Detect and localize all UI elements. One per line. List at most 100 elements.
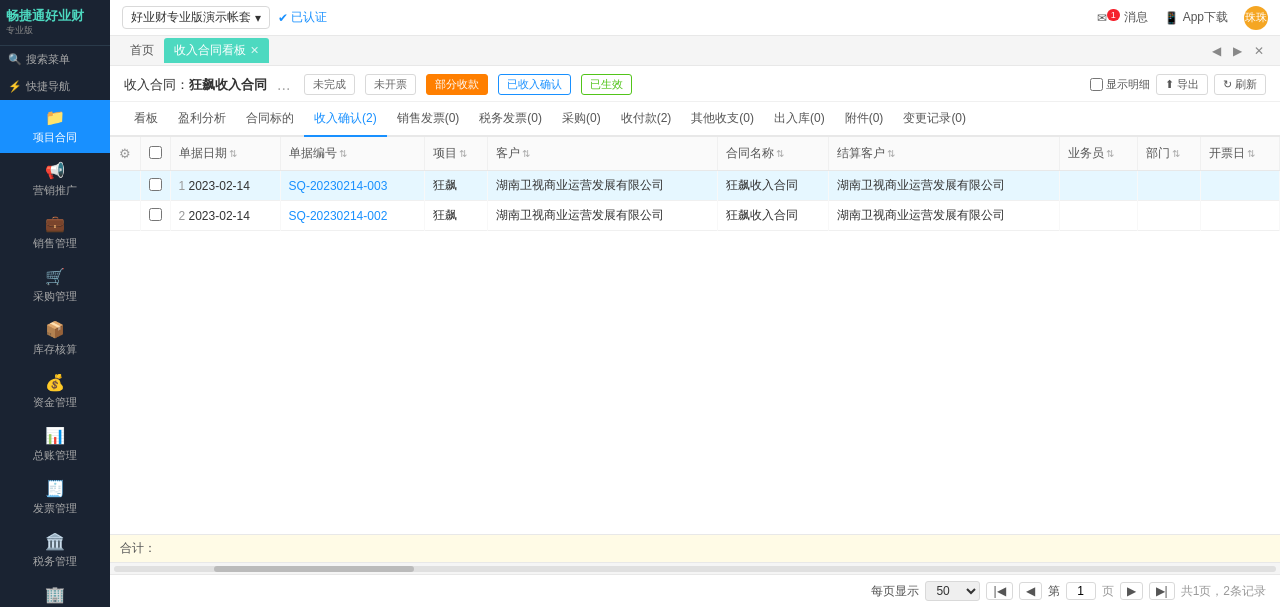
sidebar-item-发票管理[interactable]: 🧾发票管理: [0, 471, 110, 524]
tab-home[interactable]: 首页: [122, 42, 162, 59]
select-all-checkbox[interactable]: [149, 146, 162, 159]
refresh-button[interactable]: ↻ 刷新: [1214, 74, 1266, 95]
message-action[interactable]: ✉ 1 消息: [1097, 9, 1148, 26]
last-page-button[interactable]: ▶|: [1149, 582, 1175, 600]
row-project: 狂飙: [424, 171, 487, 201]
table-row[interactable]: 1 2023-02-14 SQ-20230214-003 狂飙 湖南卫视商业运营…: [110, 171, 1280, 201]
sidebar-icon: 💰: [45, 373, 65, 392]
sidebar-item-search[interactable]: 🔍 搜索菜单: [0, 46, 110, 73]
sidebar-item-采购管理[interactable]: 🛒采购管理: [0, 259, 110, 312]
row-checkbox[interactable]: [149, 178, 162, 191]
current-page-input[interactable]: [1066, 582, 1096, 600]
sidebar-item-资金管理[interactable]: 💰资金管理: [0, 365, 110, 418]
more-options-icon[interactable]: ...: [277, 76, 290, 94]
topbar-right: ✉ 1 消息 📱 App下载 珠珠: [1097, 6, 1268, 30]
prev-page-button[interactable]: ◀: [1019, 582, 1042, 600]
subtab-收付款[interactable]: 收付款(2): [611, 102, 682, 137]
sidebar-icon: 🏛️: [45, 532, 65, 551]
export-icon: ⬆: [1165, 78, 1174, 91]
subtab-盈利分析[interactable]: 盈利分析: [168, 102, 236, 137]
app-download-action[interactable]: 📱 App下载: [1164, 9, 1228, 26]
subtab-附件[interactable]: 附件(0): [835, 102, 894, 137]
main-table: ⚙ 单据日期⇅ 单据编号⇅ 项目⇅ 客户⇅ 合同名称⇅ 结算客户⇅ 业务员⇅ 部…: [110, 137, 1280, 231]
sidebar-label: 库存核算: [33, 342, 77, 357]
settings-column: ⚙: [110, 137, 140, 171]
col-project: 项目⇅: [424, 137, 487, 171]
total-label: 合计：: [120, 540, 156, 557]
certified-badge: ✔ 已认证: [278, 9, 327, 26]
first-page-button[interactable]: |◀: [986, 582, 1012, 600]
subtab-销售发票[interactable]: 销售发票(0): [387, 102, 470, 137]
user-avatar[interactable]: 珠珠: [1244, 6, 1268, 30]
scrollbar-thumb[interactable]: [214, 566, 414, 572]
sidebar-label: 项目合同: [33, 130, 77, 145]
sidebar-item-项目合同[interactable]: 📁项目合同: [0, 100, 110, 153]
row-checkbox[interactable]: [149, 208, 162, 221]
subtabs: 看板盈利分析合同标的收入确认(2)销售发票(0)税务发票(0)采购(0)收付款(…: [110, 102, 1280, 137]
tab-close-all-icon[interactable]: ✕: [1250, 42, 1268, 60]
sidebar-item-库存核算[interactable]: 📦库存核算: [0, 312, 110, 365]
total-info: 共1页，2条记录: [1181, 583, 1266, 600]
row-invoice-date: [1201, 171, 1280, 201]
record-link[interactable]: SQ-20230214-002: [289, 209, 388, 223]
status-uninvoiced[interactable]: 未开票: [365, 74, 416, 95]
show-detail-checkbox[interactable]: [1090, 78, 1103, 91]
subtab-其他收支[interactable]: 其他收支(0): [681, 102, 764, 137]
row-checkbox-cell[interactable]: [140, 201, 170, 231]
sidebar-item-quick[interactable]: ⚡ 快捷导航: [0, 73, 110, 100]
status-partial-received[interactable]: 部分收款: [426, 74, 488, 95]
sidebar-icon: 🏢: [45, 585, 65, 604]
company-name: 好业财专业版演示帐套: [131, 9, 251, 26]
page-size-select[interactable]: 50 100: [925, 581, 980, 601]
subtab-变更记录[interactable]: 变更记录(0): [893, 102, 976, 137]
export-button[interactable]: ⬆ 导出: [1156, 74, 1208, 95]
tab-active[interactable]: 收入合同看板 ✕: [164, 38, 269, 63]
status-effective[interactable]: 已生效: [581, 74, 632, 95]
row-dept: [1138, 201, 1201, 231]
table-row[interactable]: 2 2023-02-14 SQ-20230214-002 狂飙 湖南卫视商业运营…: [110, 201, 1280, 231]
row-code[interactable]: SQ-20230214-002: [280, 201, 424, 231]
row-salesman: [1059, 201, 1137, 231]
sidebar-search-label: 搜索菜单: [26, 52, 70, 67]
sidebar-item-销售管理[interactable]: 💼销售管理: [0, 206, 110, 259]
tab-close-icon[interactable]: ✕: [250, 44, 259, 57]
contract-label: 收入合同：: [124, 77, 189, 92]
row-contract: 狂飙收入合同: [718, 171, 829, 201]
show-detail-toggle[interactable]: 显示明细: [1090, 77, 1150, 92]
sidebar-item-营销推广[interactable]: 📢营销推广: [0, 153, 110, 206]
status-confirmed[interactable]: 已收入确认: [498, 74, 571, 95]
subtab-合同标的[interactable]: 合同标的: [236, 102, 304, 137]
subtab-税务发票[interactable]: 税务发票(0): [469, 102, 552, 137]
col-dept: 部门⇅: [1138, 137, 1201, 171]
subtab-收入确认[interactable]: 收入确认(2): [304, 102, 387, 137]
app-sub: 专业版: [6, 24, 84, 37]
check-icon: ✔: [278, 11, 288, 25]
sidebar-item-税务管理[interactable]: 🏛️税务管理: [0, 524, 110, 577]
row-project: 狂飙: [424, 201, 487, 231]
sidebar-label: 采购管理: [33, 289, 77, 304]
sidebar-item-总账管理[interactable]: 📊总账管理: [0, 418, 110, 471]
horizontal-scrollbar[interactable]: [110, 562, 1280, 574]
gear-icon[interactable]: ⚙: [119, 146, 131, 161]
subtab-采购[interactable]: 采购(0): [552, 102, 611, 137]
sidebar-item-固定资产[interactable]: 🏢固定资产: [0, 577, 110, 607]
next-page-button[interactable]: ▶: [1120, 582, 1143, 600]
col-salesman: 业务员⇅: [1059, 137, 1137, 171]
tab-prev-icon[interactable]: ◀: [1208, 42, 1225, 60]
status-uncompleted[interactable]: 未完成: [304, 74, 355, 95]
row-checkbox-cell[interactable]: [140, 171, 170, 201]
subtab-出入库[interactable]: 出入库(0): [764, 102, 835, 137]
row-code[interactable]: SQ-20230214-003: [280, 171, 424, 201]
col-invoice-date: 开票日⇅: [1201, 137, 1280, 171]
sidebar: 畅捷通好业财 专业版 🔍 搜索菜单 ⚡ 快捷导航 📁项目合同📢营销推广💼销售管理…: [0, 0, 110, 607]
record-link[interactable]: SQ-20230214-003: [289, 179, 388, 193]
content-wrapper: 收入合同： 狂飙收入合同 ... 未完成 未开票 部分收款 已收入确认 已生效 显…: [110, 66, 1280, 607]
tab-next-icon[interactable]: ▶: [1229, 42, 1246, 60]
row-salesman: [1059, 171, 1137, 201]
message-badge: 1: [1107, 9, 1120, 21]
row-invoice-date: [1201, 201, 1280, 231]
subtab-看板[interactable]: 看板: [124, 102, 168, 137]
company-selector[interactable]: 好业财专业版演示帐套 ▾: [122, 6, 270, 29]
sidebar-label: 营销推广: [33, 183, 77, 198]
row-settle-customer: 湖南卫视商业运营发展有限公司: [829, 171, 1059, 201]
